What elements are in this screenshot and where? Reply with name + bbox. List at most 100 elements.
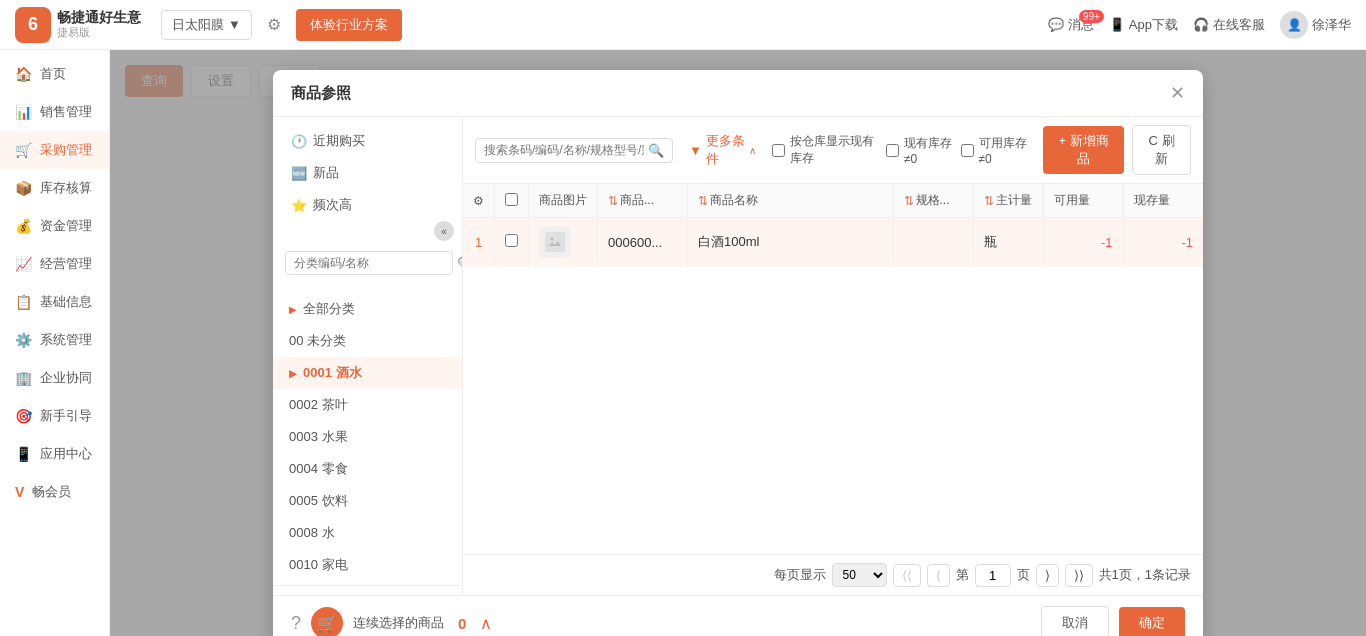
- product-search-input[interactable]: [484, 143, 644, 157]
- branch-dropdown[interactable]: 日太阳膜 ▼: [161, 10, 252, 40]
- product-search-box: 🔍: [475, 138, 673, 163]
- all-categories-label: 全部分类: [303, 300, 355, 318]
- messages-badge: 99+: [1079, 10, 1104, 23]
- td-code: 000600...: [598, 218, 688, 267]
- category-item-0002[interactable]: 0002 茶叶: [273, 389, 462, 421]
- td-available: -1: [1043, 218, 1123, 267]
- th-stock-label: 现存量: [1134, 192, 1170, 209]
- frequent-icon: ⭐: [291, 198, 307, 213]
- cancel-button[interactable]: 取消: [1041, 606, 1109, 636]
- message-icon: 💬: [1048, 17, 1064, 32]
- category-list: ▶ 全部分类 00 未分类 ▶ 0001 酒水 0002 茶: [273, 289, 462, 585]
- messages-item[interactable]: 💬 消息 99+: [1048, 16, 1094, 34]
- category-item-0010[interactable]: 0010 家电: [273, 549, 462, 581]
- mobile-icon: 📱: [1109, 17, 1125, 32]
- available-stock-filter[interactable]: 可用库存≠0: [961, 135, 1028, 166]
- nav-new-product[interactable]: 🆕 新品: [281, 157, 454, 189]
- current-stock-checkbox[interactable]: [886, 144, 899, 157]
- th-spec-label: 规格...: [916, 192, 950, 209]
- category-all[interactable]: ▶ 全部分类: [273, 293, 462, 325]
- td-stock: -1: [1123, 218, 1203, 267]
- category-00-label: 00 未分类: [289, 333, 346, 348]
- sidebar-label-inventory: 库存核算: [40, 179, 92, 197]
- category-item-0005[interactable]: 0005 饮料: [273, 485, 462, 517]
- category-item-00[interactable]: 00 未分类: [273, 325, 462, 357]
- available-stock-checkbox[interactable]: [961, 144, 974, 157]
- select-all-checkbox[interactable]: [505, 193, 518, 206]
- page-label: 第: [956, 566, 969, 584]
- add-product-button[interactable]: + 新增商品: [1043, 126, 1124, 174]
- sidebar-item-operations[interactable]: 📈 经营管理: [0, 245, 109, 283]
- sidebar-item-enterprise[interactable]: 🏢 企业协同: [0, 359, 109, 397]
- th-name: ⇅ 商品名称: [688, 184, 894, 218]
- last-page-button[interactable]: ⟩⟩: [1065, 564, 1093, 587]
- more-filter-button[interactable]: ▼ 更多条件 ∧: [681, 128, 764, 172]
- sidebar-item-home[interactable]: 🏠 首页: [0, 55, 109, 93]
- sidebar-item-system[interactable]: ⚙️ 系统管理: [0, 321, 109, 359]
- filter-caret-icon: ∧: [749, 145, 756, 156]
- svg-point-1: [551, 238, 554, 241]
- category-0001-label: 0001 酒水: [303, 364, 362, 382]
- refresh-button[interactable]: C 刷新: [1132, 125, 1191, 175]
- sidebar-item-base[interactable]: 📋 基础信息: [0, 283, 109, 321]
- modal-close-button[interactable]: ✕: [1170, 82, 1185, 104]
- row-checkbox[interactable]: [505, 234, 518, 247]
- page-unit: 页: [1017, 566, 1030, 584]
- logo-title: 畅捷通好生意: [57, 9, 141, 26]
- nav-frequent[interactable]: ⭐ 频次高: [281, 189, 454, 221]
- sort-name-icon: ⇅: [698, 194, 708, 208]
- product-search-icon[interactable]: 🔍: [648, 143, 664, 158]
- td-spec: [893, 218, 973, 267]
- category-item-0004[interactable]: 0004 零食: [273, 453, 462, 485]
- sales-icon: 📊: [15, 104, 32, 120]
- sidebar-item-purchase[interactable]: 🛒 采购管理: [0, 131, 109, 169]
- sidebar-item-inventory[interactable]: 📦 库存核算: [0, 169, 109, 207]
- page-input[interactable]: [975, 564, 1011, 587]
- th-settings: ⚙: [463, 184, 495, 218]
- category-search-input[interactable]: [285, 251, 453, 275]
- enterprise-icon: 🏢: [15, 370, 32, 386]
- settings-icon[interactable]: ⚙: [262, 10, 286, 39]
- prev-page-button[interactable]: ⟨: [927, 564, 950, 587]
- per-page-label: 每页显示: [774, 566, 826, 584]
- warehouse-stock-filter[interactable]: 按仓库显示现有库存: [772, 133, 878, 167]
- logo-subtitle: 捷易版: [57, 25, 141, 40]
- experience-button[interactable]: 体验行业方案: [296, 9, 402, 41]
- left-panel: 🕐 近期购买 🆕 新品 ⭐ 频次高: [273, 117, 463, 595]
- first-page-button[interactable]: ⟨⟨: [893, 564, 921, 587]
- sidebar-item-finance[interactable]: 💰 资金管理: [0, 207, 109, 245]
- th-code: ⇅ 商品...: [598, 184, 688, 218]
- new-product-label: 新品: [313, 164, 339, 182]
- current-stock-filter[interactable]: 现有库存≠0: [886, 135, 953, 166]
- category-item-0003[interactable]: 0003 水果: [273, 421, 462, 453]
- sidebar-item-appcenter[interactable]: 📱 应用中心: [0, 435, 109, 473]
- td-image: [529, 218, 598, 267]
- online-service-item[interactable]: 🎧 在线客服: [1193, 16, 1265, 34]
- next-page-button[interactable]: ⟩: [1036, 564, 1059, 587]
- per-page-select[interactable]: 50 100 200: [832, 563, 887, 587]
- collapse-panel-button[interactable]: «: [434, 221, 454, 241]
- category-item-0008[interactable]: 0008 水: [273, 517, 462, 549]
- warehouse-stock-checkbox[interactable]: [772, 144, 785, 157]
- footer-collapse-icon[interactable]: ∧: [480, 614, 492, 633]
- purchase-icon: 🛒: [15, 142, 32, 158]
- base-icon: 📋: [15, 294, 32, 310]
- pagination-area: 每页显示 50 100 200 ⟨⟨ ⟨ 第 页 ⟩: [463, 554, 1203, 595]
- cart-icon[interactable]: 🛒: [311, 607, 343, 636]
- help-icon[interactable]: ?: [291, 613, 301, 634]
- modal-header: 商品参照 ✕: [273, 70, 1203, 117]
- user-item[interactable]: 👤 徐泽华: [1280, 11, 1351, 39]
- category-item-0001[interactable]: ▶ 0001 酒水: [273, 357, 462, 389]
- table-row[interactable]: 1: [463, 218, 1203, 267]
- th-spec: ⇅ 规格...: [893, 184, 973, 218]
- sidebar-item-guide[interactable]: 🎯 新手引导: [0, 397, 109, 435]
- nav-recent[interactable]: 🕐 近期购买: [281, 125, 454, 157]
- confirm-button[interactable]: 确定: [1119, 607, 1185, 636]
- filter-icon: ▼: [689, 143, 702, 158]
- th-name-label: 商品名称: [710, 192, 758, 209]
- sidebar-item-member[interactable]: V 畅会员: [0, 473, 109, 511]
- app-download-item[interactable]: 📱 App下载: [1109, 16, 1178, 34]
- product-thumbnail: [539, 226, 571, 258]
- sidebar-item-sales[interactable]: 📊 销售管理: [0, 93, 109, 131]
- sidebar-label-operations: 经营管理: [40, 255, 92, 273]
